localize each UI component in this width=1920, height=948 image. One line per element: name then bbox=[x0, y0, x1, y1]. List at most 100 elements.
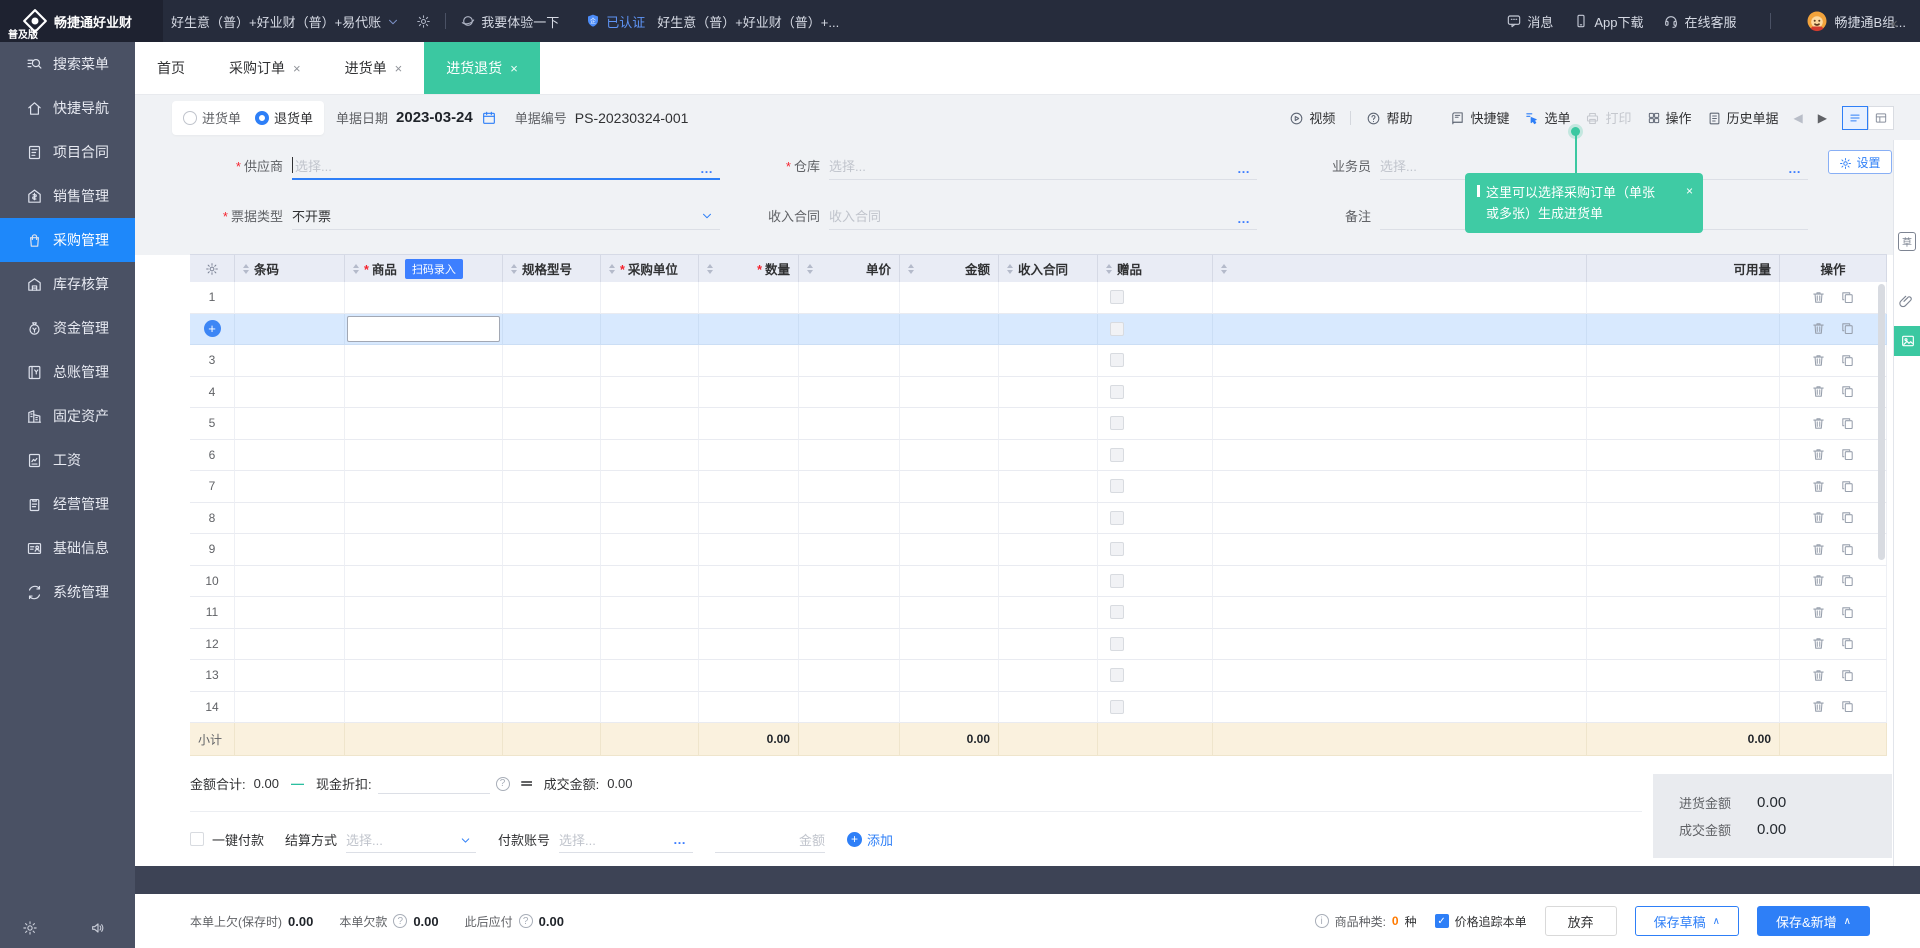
radio-purchase[interactable]: 进货单 bbox=[183, 108, 241, 127]
cell-product[interactable] bbox=[345, 566, 503, 598]
copy-row-icon[interactable] bbox=[1840, 636, 1855, 651]
cell-gift[interactable] bbox=[1098, 345, 1213, 377]
gift-checkbox[interactable] bbox=[1110, 416, 1124, 430]
income-contract-input[interactable]: 收入合同 … bbox=[829, 200, 1257, 230]
calendar-icon[interactable] bbox=[481, 109, 497, 126]
cell-spacer[interactable] bbox=[1213, 566, 1587, 598]
cell-spec[interactable] bbox=[503, 471, 601, 503]
print-button[interactable]: 打印 bbox=[1585, 108, 1631, 127]
cell-product[interactable] bbox=[345, 629, 503, 661]
cell-spec[interactable] bbox=[503, 282, 601, 314]
cell-actions[interactable] bbox=[1780, 660, 1887, 692]
income-contract-picker-icon[interactable]: … bbox=[1237, 211, 1251, 226]
cell-amount[interactable] bbox=[900, 440, 999, 472]
copy-row-icon[interactable] bbox=[1840, 699, 1855, 714]
cell-actions[interactable] bbox=[1780, 345, 1887, 377]
save-and-new-button[interactable]: 保存&新增∧ bbox=[1757, 906, 1870, 936]
supplier-picker-icon[interactable]: … bbox=[700, 161, 714, 176]
delete-row-icon[interactable] bbox=[1811, 321, 1826, 336]
gift-checkbox[interactable] bbox=[1110, 668, 1124, 682]
cell-contract[interactable] bbox=[999, 692, 1098, 724]
delete-row-icon[interactable] bbox=[1811, 573, 1826, 588]
cell-contract[interactable] bbox=[999, 566, 1098, 598]
gift-checkbox[interactable] bbox=[1110, 353, 1124, 367]
sidebar-item-sales[interactable]: 销售管理 bbox=[0, 174, 135, 218]
cell-price[interactable] bbox=[799, 597, 900, 629]
delete-row-icon[interactable] bbox=[1811, 699, 1826, 714]
cell-price[interactable] bbox=[799, 503, 900, 535]
sort-icon[interactable] bbox=[353, 264, 359, 274]
cell-available[interactable] bbox=[1587, 377, 1780, 409]
cell-spec[interactable] bbox=[503, 534, 601, 566]
tab-close-icon[interactable]: × bbox=[510, 61, 518, 76]
cell-qty[interactable] bbox=[699, 597, 799, 629]
sort-icon[interactable] bbox=[707, 264, 713, 274]
cell-barcode[interactable] bbox=[235, 692, 345, 724]
cell-contract[interactable] bbox=[999, 345, 1098, 377]
table-row[interactable]: 10 bbox=[190, 566, 1887, 598]
tab-进货退货[interactable]: 进货退货× bbox=[424, 42, 540, 94]
card-view-icon[interactable] bbox=[1868, 106, 1894, 130]
sort-icon[interactable] bbox=[1007, 264, 1013, 274]
sidebar-item-ledger[interactable]: 总账管理 bbox=[0, 350, 135, 394]
cell-unit[interactable] bbox=[601, 408, 699, 440]
cell-product[interactable] bbox=[345, 692, 503, 724]
copy-row-icon[interactable] bbox=[1840, 447, 1855, 462]
cell-spec[interactable] bbox=[503, 314, 601, 346]
cell-spacer[interactable] bbox=[1213, 314, 1587, 346]
cell-spec[interactable] bbox=[503, 503, 601, 535]
cell-spec[interactable] bbox=[503, 629, 601, 661]
cell-barcode[interactable] bbox=[235, 534, 345, 566]
cell-amount[interactable] bbox=[900, 629, 999, 661]
cell-price[interactable] bbox=[799, 408, 900, 440]
radio-return[interactable]: 退货单 bbox=[255, 108, 313, 127]
cell-barcode[interactable] bbox=[235, 282, 345, 314]
table-row[interactable]: 6 bbox=[190, 440, 1887, 472]
sidebar-item-purchase[interactable]: 采购管理 bbox=[0, 218, 135, 262]
cell-amount[interactable] bbox=[900, 314, 999, 346]
cell-contract[interactable] bbox=[999, 471, 1098, 503]
table-row[interactable]: 11 bbox=[190, 597, 1887, 629]
cell-contract[interactable] bbox=[999, 597, 1098, 629]
draft-box-icon[interactable]: 草 bbox=[1898, 232, 1916, 251]
cell-unit[interactable] bbox=[601, 692, 699, 724]
cell-gift[interactable] bbox=[1098, 566, 1213, 598]
cell-actions[interactable] bbox=[1780, 692, 1887, 724]
cell-unit[interactable] bbox=[601, 566, 699, 598]
delete-row-icon[interactable] bbox=[1811, 290, 1826, 305]
list-view-icon[interactable] bbox=[1842, 106, 1868, 130]
gift-checkbox[interactable] bbox=[1110, 479, 1124, 493]
pay-amount-input[interactable]: 金额 bbox=[715, 825, 825, 853]
cell-amount[interactable] bbox=[900, 471, 999, 503]
col-header-spacer[interactable] bbox=[1213, 255, 1587, 282]
cell-amount[interactable] bbox=[900, 597, 999, 629]
workspace-gear-icon[interactable] bbox=[416, 13, 431, 29]
cell-price[interactable] bbox=[799, 534, 900, 566]
question-circle-icon[interactable]: ? bbox=[393, 914, 407, 928]
chevron-down-icon[interactable] bbox=[386, 13, 400, 29]
tab-采购订单[interactable]: 采购订单× bbox=[207, 42, 323, 94]
messages-button[interactable]: 消息 bbox=[1506, 12, 1553, 31]
sort-icon[interactable] bbox=[511, 264, 517, 274]
gift-checkbox[interactable] bbox=[1110, 290, 1124, 304]
cell-price[interactable] bbox=[799, 566, 900, 598]
sort-icon[interactable] bbox=[609, 264, 615, 274]
col-header-spec[interactable]: 规格型号 bbox=[503, 255, 601, 282]
cell-actions[interactable] bbox=[1780, 629, 1887, 661]
add-row-icon[interactable]: + bbox=[204, 320, 221, 337]
hotkey-button[interactable]: 快捷键 bbox=[1450, 108, 1509, 127]
copy-row-icon[interactable] bbox=[1840, 384, 1855, 399]
delete-row-icon[interactable] bbox=[1811, 510, 1826, 525]
copy-row-icon[interactable] bbox=[1840, 479, 1855, 494]
paperclip-icon[interactable] bbox=[1898, 292, 1914, 310]
cell-price[interactable] bbox=[799, 282, 900, 314]
doc-date-value[interactable]: 2023-03-24 bbox=[396, 109, 473, 126]
cell-amount[interactable] bbox=[900, 503, 999, 535]
cell-spacer[interactable] bbox=[1213, 692, 1587, 724]
cell-gift[interactable] bbox=[1098, 660, 1213, 692]
cell-barcode[interactable] bbox=[235, 660, 345, 692]
col-header-qty[interactable]: *数量 bbox=[699, 255, 799, 282]
sidebar-item-search-menu[interactable]: 搜索菜单 bbox=[0, 42, 135, 86]
add-payment-button[interactable]: + 添加 bbox=[847, 830, 893, 849]
sort-icon[interactable] bbox=[908, 264, 914, 274]
